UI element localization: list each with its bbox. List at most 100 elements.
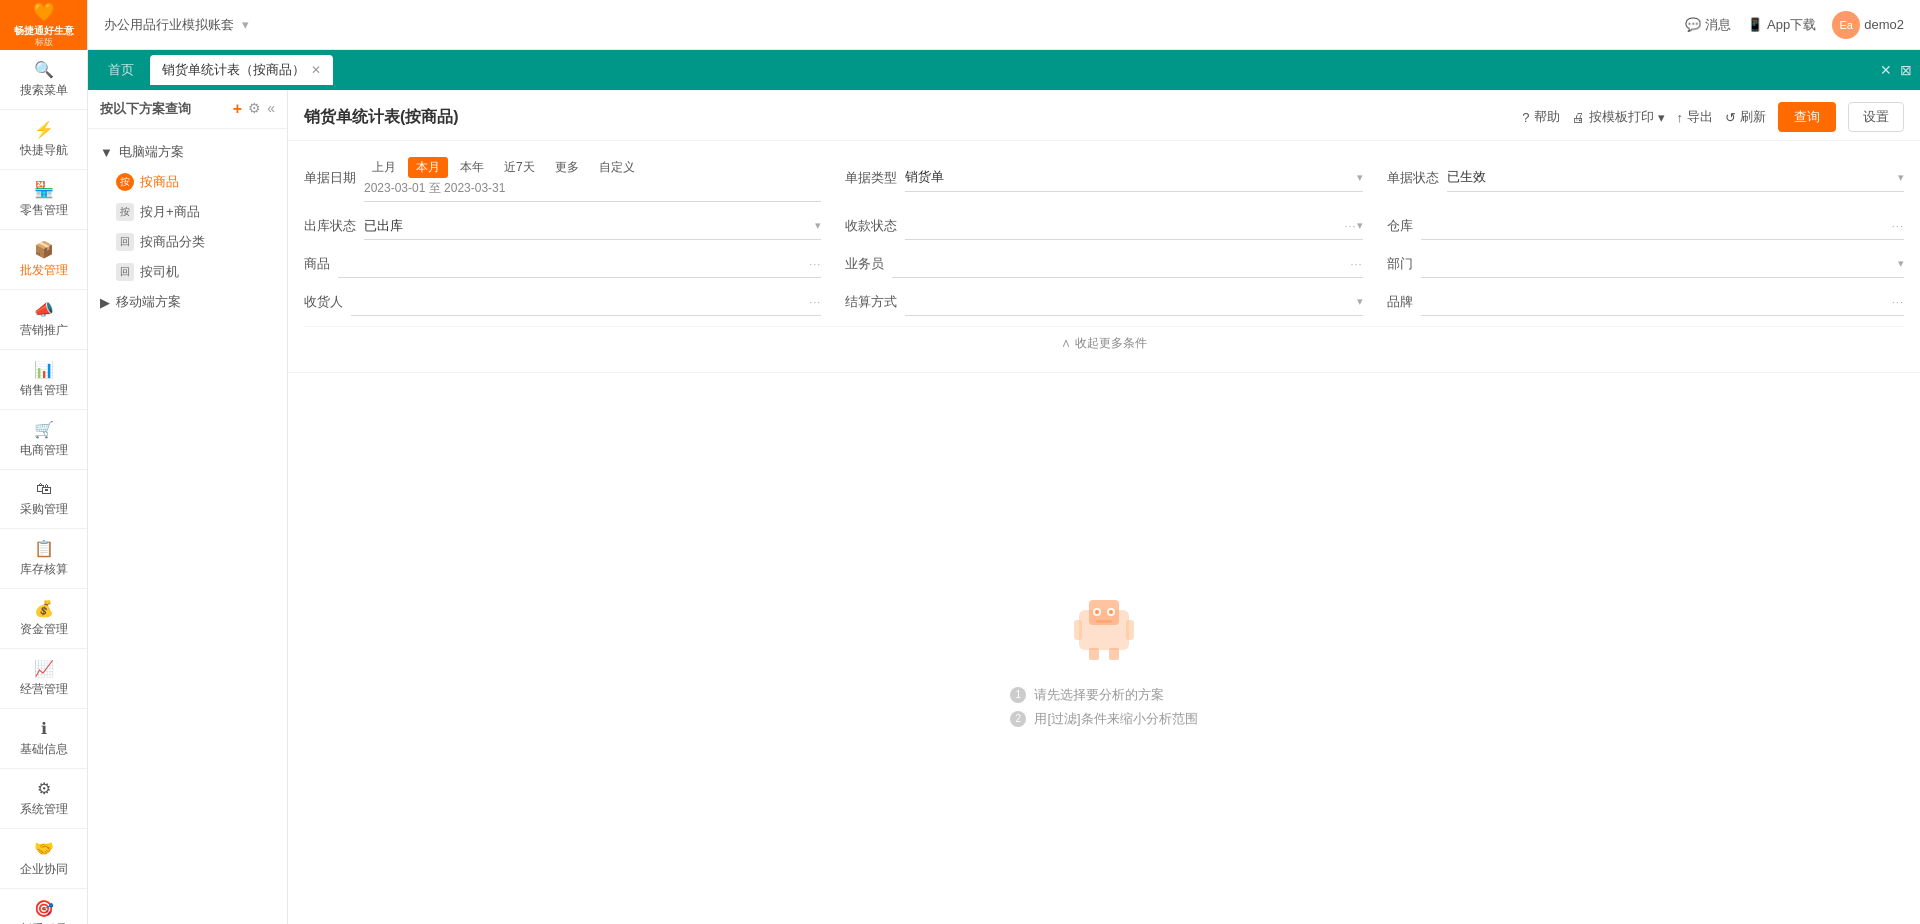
receipt-status-dropdown-icon[interactable]: ▾ — [1357, 219, 1363, 232]
tree-expand-icon: ▼ — [100, 145, 113, 160]
doc-status-input[interactable]: 已生效 ▾ — [1447, 164, 1904, 192]
wholesale-icon: 📦 — [34, 240, 54, 259]
purchase-icon: 🛍 — [36, 480, 52, 498]
page-content: 按以下方案查询 + ⚙ « ▼ 电脑端方案 按 按商品 按 按月+ — [88, 90, 1920, 924]
filter-product: 商品 ··· — [304, 250, 821, 278]
tab-bar: 首页 销货单统计表（按商品） ✕ ✕ ⊠ — [88, 50, 1920, 90]
filter-area: 单据日期 上月 本月 本年 近7天 更多 自定义 2023-03-01 至 20… — [288, 141, 1920, 373]
sidebar-item-quick-nav[interactable]: ⚡ 快捷导航 — [0, 110, 87, 170]
sidebar-item-ecommerce[interactable]: 🛒 电商管理 — [0, 410, 87, 470]
export-button[interactable]: ↑ 导出 — [1677, 108, 1714, 126]
marketing-icon: 📣 — [34, 300, 54, 319]
product-more-icon[interactable]: ··· — [809, 258, 821, 270]
sales-icon: 📊 — [34, 360, 54, 379]
department-input[interactable]: ▾ — [1421, 250, 1904, 278]
sidebar-item-system[interactable]: ⚙ 系统管理 — [0, 769, 87, 829]
department-dropdown-icon[interactable]: ▾ — [1898, 257, 1904, 270]
filter-out-status: 出库状态 已出库 ▾ — [304, 212, 821, 240]
help-button[interactable]: ? 帮助 — [1522, 108, 1559, 126]
filter-doc-status: 单据状态 已生效 ▾ — [1387, 153, 1904, 202]
scheme-icon-by-product: 按 — [116, 173, 134, 191]
doc-status-dropdown-icon[interactable]: ▾ — [1898, 171, 1904, 184]
filter-doc-type: 单据类型 销货单 ▾ — [845, 153, 1362, 202]
payment-method-input[interactable]: ▾ — [905, 288, 1362, 316]
warehouse-more-icon[interactable]: ··· — [1892, 220, 1904, 232]
sidebar-item-finance[interactable]: 💰 资金管理 — [0, 589, 87, 649]
sidebar-item-purchase[interactable]: 🛍 采购管理 — [0, 470, 87, 529]
brand-input[interactable]: ··· — [1421, 288, 1904, 316]
doc-type-dropdown-icon[interactable]: ▾ — [1357, 171, 1363, 184]
tree-child-by-month-product[interactable]: 按 按月+商品 — [88, 197, 287, 227]
empty-illustration — [1054, 570, 1154, 670]
warehouse-input[interactable]: ··· — [1421, 212, 1904, 240]
svg-rect-10 — [1109, 648, 1119, 660]
sidebar-item-sales[interactable]: 📊 销售管理 — [0, 350, 87, 410]
tree-section-desktop: ▼ 电脑端方案 按 按商品 按 按月+商品 回 按商品分类 回 按司机 — [88, 129, 287, 325]
date-tab-7days[interactable]: 近7天 — [496, 157, 543, 178]
brand-more-icon[interactable]: ··· — [1892, 296, 1904, 308]
add-scheme-button[interactable]: + — [233, 100, 242, 118]
refresh-icon: ↺ — [1725, 110, 1736, 125]
sidebar-item-inventory[interactable]: 📋 库存核算 — [0, 529, 87, 589]
salesperson-input[interactable]: ··· — [892, 250, 1362, 278]
window-close-button[interactable]: ✕ — [1880, 62, 1892, 78]
tree-parent-desktop[interactable]: ▼ 电脑端方案 — [88, 137, 287, 167]
recipient-more-icon[interactable]: ··· — [809, 296, 821, 308]
collapse-more-button[interactable]: ∧ 收起更多条件 — [304, 326, 1904, 360]
setting-button[interactable]: 设置 — [1848, 102, 1904, 132]
template-print-button[interactable]: 🖨 按模板打印 ▾ — [1572, 108, 1665, 126]
filter-receipt-status: 收款状态 ··· ▾ — [845, 212, 1362, 240]
date-tab-this-month[interactable]: 本月 — [408, 157, 448, 178]
app-download-button[interactable]: 📱 App下载 — [1747, 16, 1816, 34]
doc-type-input[interactable]: 销货单 ▾ — [905, 164, 1362, 192]
date-tab-last-month[interactable]: 上月 — [364, 157, 404, 178]
tree-child-by-cashier[interactable]: 回 按司机 — [88, 257, 287, 287]
collapse-panel-button[interactable]: « — [267, 100, 275, 118]
tree-parent-mobile[interactable]: ▶ 移动端方案 — [88, 287, 287, 317]
right-content: 销货单统计表(按商品) ? 帮助 🖨 按模板打印 ▾ ↑ 导出 — [288, 90, 1920, 924]
header-right: 💬 消息 📱 App下载 Ea demo2 — [1685, 11, 1904, 39]
user-profile[interactable]: Ea demo2 — [1832, 11, 1904, 39]
message-button[interactable]: 💬 消息 — [1685, 16, 1731, 34]
print-dropdown-icon[interactable]: ▾ — [1658, 110, 1665, 125]
sidebar-item-basic[interactable]: ℹ 基础信息 — [0, 709, 87, 769]
sidebar-item-cooperation[interactable]: 🤝 企业协同 — [0, 829, 87, 889]
help-icon: ? — [1522, 110, 1529, 125]
filter-payment-method: 结算方式 ▾ — [845, 288, 1362, 316]
sidebar-item-retail[interactable]: 🏪 零售管理 — [0, 170, 87, 230]
app-logo: 🧡 畅捷通好生意 标版 — [0, 0, 87, 50]
dropdown-icon[interactable]: ▾ — [242, 17, 249, 32]
sidebar-item-wholesale[interactable]: 📦 批发管理 — [0, 230, 87, 290]
recipient-input[interactable]: ··· — [351, 288, 821, 316]
tree-child-by-product[interactable]: 按 按商品 — [88, 167, 287, 197]
date-input[interactable]: 上月 本月 本年 近7天 更多 自定义 2023-03-01 至 2023-03… — [364, 153, 821, 202]
payment-method-dropdown-icon[interactable]: ▾ — [1357, 295, 1363, 308]
refresh-button[interactable]: ↺ 刷新 — [1725, 108, 1766, 126]
export-icon: ↑ — [1677, 110, 1684, 125]
industry-label: 办公用品行业模拟账套 — [104, 16, 234, 34]
window-maximize-button[interactable]: ⊠ — [1900, 62, 1912, 78]
salesperson-more-icon[interactable]: ··· — [1350, 258, 1362, 270]
date-tab-more[interactable]: 更多 — [547, 157, 587, 178]
date-tab-this-year[interactable]: 本年 — [452, 157, 492, 178]
query-button[interactable]: 查询 — [1778, 102, 1836, 132]
finance-icon: 💰 — [34, 599, 54, 618]
receipt-status-input[interactable]: ··· ▾ — [905, 212, 1362, 240]
tree-child-by-product-category[interactable]: 回 按商品分类 — [88, 227, 287, 257]
sidebar-item-search-menu[interactable]: 🔍 搜索菜单 — [0, 50, 87, 110]
tab-close-icon[interactable]: ✕ — [311, 63, 321, 77]
out-status-dropdown-icon[interactable]: ▾ — [815, 219, 821, 232]
date-tab-custom[interactable]: 自定义 — [591, 157, 643, 178]
settings-scheme-button[interactable]: ⚙ — [248, 100, 261, 118]
sidebar-item-guide[interactable]: 🎯 新手引导 — [0, 889, 87, 924]
sidebar-item-marketing[interactable]: 📣 营销推广 — [0, 290, 87, 350]
product-input[interactable]: ··· — [338, 250, 821, 278]
sidebar-item-operation[interactable]: 📈 经营管理 — [0, 649, 87, 709]
page-title-bar: 销货单统计表(按商品) ? 帮助 🖨 按模板打印 ▾ ↑ 导出 — [288, 90, 1920, 141]
tab-sales-stat[interactable]: 销货单统计表（按商品） ✕ — [150, 55, 333, 85]
avatar: Ea — [1832, 11, 1860, 39]
filter-warehouse: 仓库 ··· — [1387, 212, 1904, 240]
tab-home[interactable]: 首页 — [96, 55, 146, 85]
out-status-input[interactable]: 已出库 ▾ — [364, 212, 821, 240]
receipt-status-more-icon[interactable]: ··· — [1344, 220, 1356, 232]
